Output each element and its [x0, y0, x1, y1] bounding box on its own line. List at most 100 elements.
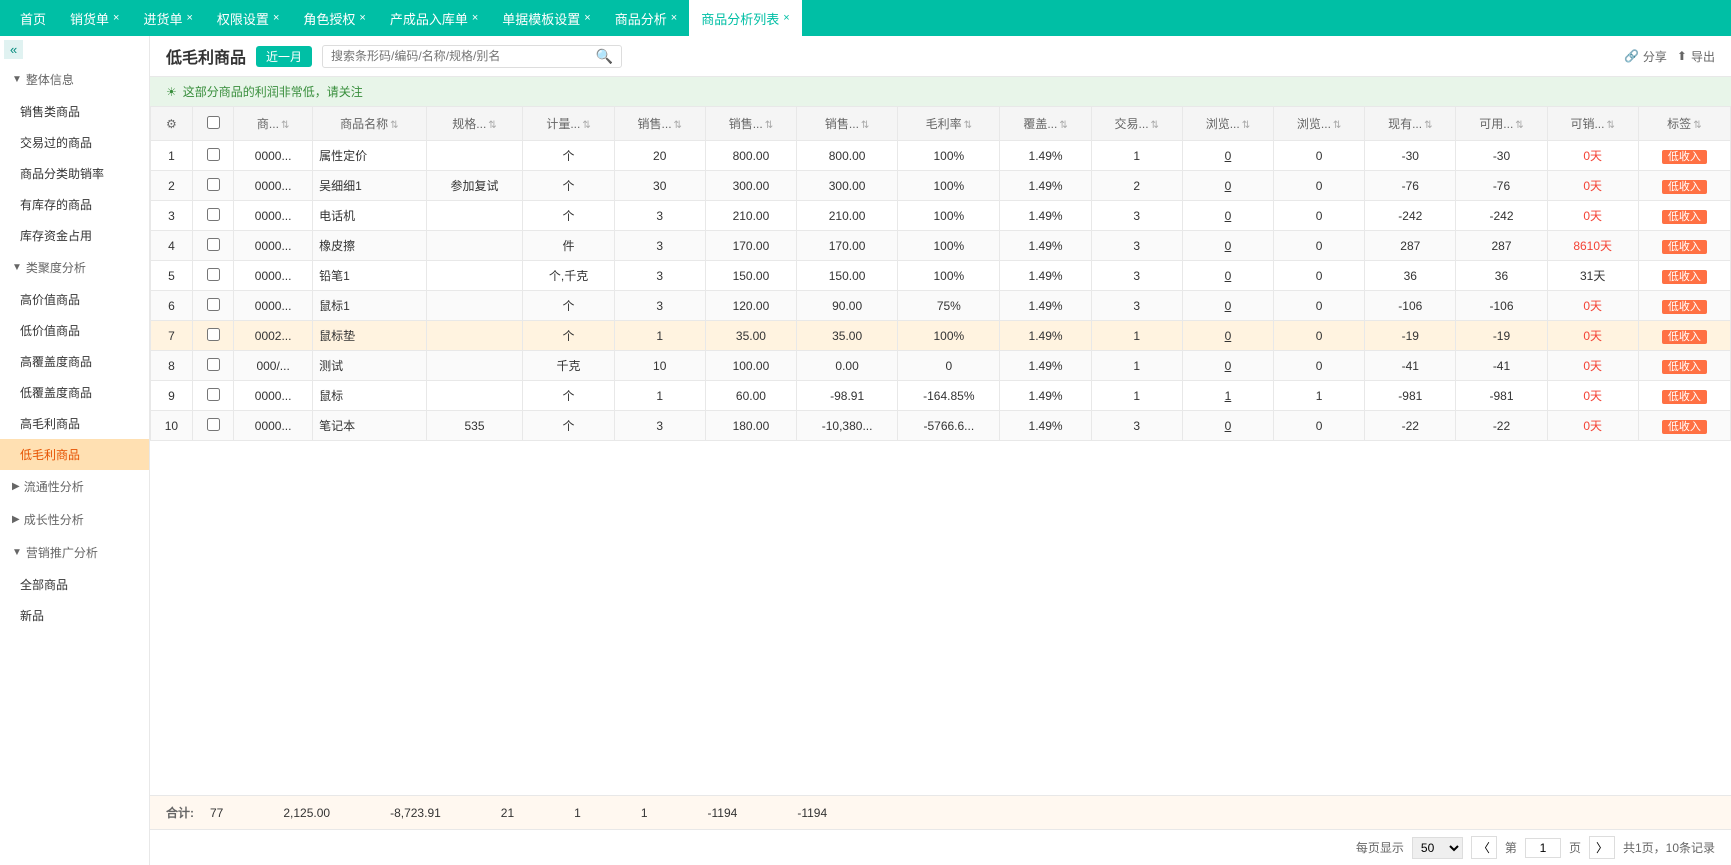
- prev-page-button[interactable]: 〈: [1471, 836, 1497, 859]
- sidebar-item-stocked-goods[interactable]: 有库存的商品: [0, 189, 149, 220]
- trade-link[interactable]: 0: [1225, 239, 1232, 253]
- row-select-checkbox[interactable]: [207, 208, 220, 221]
- row-select-checkbox[interactable]: [207, 148, 220, 161]
- close-icon[interactable]: ×: [186, 12, 192, 24]
- nav-permissions[interactable]: 权限设置 ×: [205, 0, 291, 36]
- trade-link[interactable]: 0: [1225, 209, 1232, 223]
- nav-roles[interactable]: 角色授权 ×: [291, 0, 377, 36]
- sidebar-item-all-goods[interactable]: 全部商品: [0, 569, 149, 600]
- row-name[interactable]: 吴细细1: [313, 171, 426, 201]
- sidebar-item-high-coverage[interactable]: 高覆盖度商品: [0, 346, 149, 377]
- col-tag[interactable]: 标签⇅: [1638, 107, 1730, 141]
- nav-sales[interactable]: 销货单 ×: [58, 0, 131, 36]
- search-icon[interactable]: 🔍: [596, 48, 613, 65]
- col-trade[interactable]: 交易...⇅: [1091, 107, 1182, 141]
- row-name[interactable]: 电话机: [313, 201, 426, 231]
- trade-link[interactable]: 0: [1225, 359, 1232, 373]
- row-select-checkbox[interactable]: [207, 358, 220, 371]
- sidebar-item-low-margin[interactable]: 低毛利商品: [0, 439, 149, 470]
- nav-template[interactable]: 单据模板设置 ×: [490, 0, 602, 36]
- sidebar-group-flow[interactable]: ▶ 流通性分析: [0, 470, 149, 503]
- row-name[interactable]: 鼠标垫: [313, 321, 426, 351]
- col-name[interactable]: 商品名称⇅: [313, 107, 426, 141]
- row-checkbox[interactable]: [192, 141, 233, 171]
- close-icon[interactable]: ×: [472, 12, 478, 24]
- trade-link[interactable]: 1: [1225, 389, 1232, 403]
- close-icon[interactable]: ×: [584, 12, 590, 24]
- next-page-button[interactable]: 〉: [1589, 836, 1615, 859]
- row-select-checkbox[interactable]: [207, 298, 220, 311]
- col-available[interactable]: 可用...⇅: [1456, 107, 1547, 141]
- col-sales[interactable]: 销售...⇅: [797, 107, 898, 141]
- row-name[interactable]: 鼠标1: [313, 291, 426, 321]
- search-input[interactable]: [331, 49, 596, 63]
- row-checkbox[interactable]: [192, 351, 233, 381]
- select-all-checkbox[interactable]: [207, 116, 220, 129]
- nav-product-analysis[interactable]: 商品分析 ×: [603, 0, 689, 36]
- col-spec[interactable]: 规格...⇅: [426, 107, 523, 141]
- row-checkbox[interactable]: [192, 411, 233, 441]
- row-name[interactable]: 鼠标: [313, 381, 426, 411]
- nav-finished-goods[interactable]: 产成品入库单 ×: [378, 0, 490, 36]
- trade-link[interactable]: 0: [1225, 419, 1232, 433]
- sidebar-item-low-coverage[interactable]: 低覆盖度商品: [0, 377, 149, 408]
- row-checkbox[interactable]: [192, 201, 233, 231]
- col-code[interactable]: 商...⇅: [234, 107, 313, 141]
- page-input[interactable]: [1525, 838, 1561, 858]
- date-filter-button[interactable]: 近一月: [256, 46, 312, 67]
- sidebar-item-high-value[interactable]: 高价值商品: [0, 284, 149, 315]
- nav-product-analysis-list[interactable]: 商品分析列表 ×: [689, 0, 801, 36]
- row-name[interactable]: 铅笔1: [313, 261, 426, 291]
- row-name[interactable]: 橡皮擦: [313, 231, 426, 261]
- nav-purchase[interactable]: 进货单 ×: [131, 0, 204, 36]
- col-price[interactable]: 销售...⇅: [705, 107, 796, 141]
- close-icon[interactable]: ×: [671, 12, 677, 24]
- trade-link[interactable]: 0: [1225, 179, 1232, 193]
- row-name[interactable]: 属性定价: [313, 141, 426, 171]
- col-checkbox[interactable]: [192, 107, 233, 141]
- close-icon[interactable]: ×: [783, 12, 789, 24]
- col-coverage[interactable]: 覆盖...⇅: [1000, 107, 1091, 141]
- row-checkbox[interactable]: [192, 261, 233, 291]
- row-select-checkbox[interactable]: [207, 238, 220, 251]
- sidebar-item-sales-goods[interactable]: 销售类商品: [0, 96, 149, 127]
- col-settings[interactable]: ⚙: [151, 107, 193, 141]
- sidebar-item-stock-capital[interactable]: 库存资金占用: [0, 220, 149, 251]
- sidebar-item-traded-goods[interactable]: 交易过的商品: [0, 127, 149, 158]
- col-current[interactable]: 现有...⇅: [1365, 107, 1456, 141]
- col-margin[interactable]: 毛利率⇅: [898, 107, 1000, 141]
- sidebar-item-high-margin[interactable]: 高毛利商品: [0, 408, 149, 439]
- row-checkbox[interactable]: [192, 381, 233, 411]
- row-checkbox[interactable]: [192, 171, 233, 201]
- sidebar-collapse-btn[interactable]: «: [4, 40, 23, 59]
- close-icon[interactable]: ×: [113, 12, 119, 24]
- row-select-checkbox[interactable]: [207, 328, 220, 341]
- trade-link[interactable]: 0: [1225, 149, 1232, 163]
- sidebar-group-growth[interactable]: ▶ 成长性分析: [0, 503, 149, 536]
- row-select-checkbox[interactable]: [207, 178, 220, 191]
- row-checkbox[interactable]: [192, 321, 233, 351]
- close-icon[interactable]: ×: [359, 12, 365, 24]
- col-browse1[interactable]: 浏览...⇅: [1182, 107, 1273, 141]
- row-select-checkbox[interactable]: [207, 388, 220, 401]
- row-name[interactable]: 笔记本: [313, 411, 426, 441]
- row-select-checkbox[interactable]: [207, 268, 220, 281]
- col-sellable[interactable]: 可销...⇅: [1547, 107, 1638, 141]
- trade-link[interactable]: 0: [1225, 329, 1232, 343]
- export-button[interactable]: ⬆ 导出: [1677, 48, 1715, 65]
- row-checkbox[interactable]: [192, 291, 233, 321]
- sidebar-group-overall[interactable]: ▼ 整体信息: [0, 63, 149, 96]
- trade-link[interactable]: 0: [1225, 299, 1232, 313]
- close-icon[interactable]: ×: [273, 12, 279, 24]
- sidebar-item-low-value[interactable]: 低价值商品: [0, 315, 149, 346]
- share-button[interactable]: 🔗 分享: [1624, 48, 1667, 65]
- sidebar-group-marketing[interactable]: ▼ 营销推广分析: [0, 536, 149, 569]
- trade-link[interactable]: 0: [1225, 269, 1232, 283]
- row-name[interactable]: 测试: [313, 351, 426, 381]
- sidebar-item-new-goods[interactable]: 新品: [0, 600, 149, 631]
- col-unit[interactable]: 计量...⇅: [523, 107, 614, 141]
- per-page-select[interactable]: 50 100: [1412, 837, 1463, 859]
- row-checkbox[interactable]: [192, 231, 233, 261]
- col-browse2[interactable]: 浏览...⇅: [1274, 107, 1365, 141]
- sidebar-item-category-rate[interactable]: 商品分类助销率: [0, 158, 149, 189]
